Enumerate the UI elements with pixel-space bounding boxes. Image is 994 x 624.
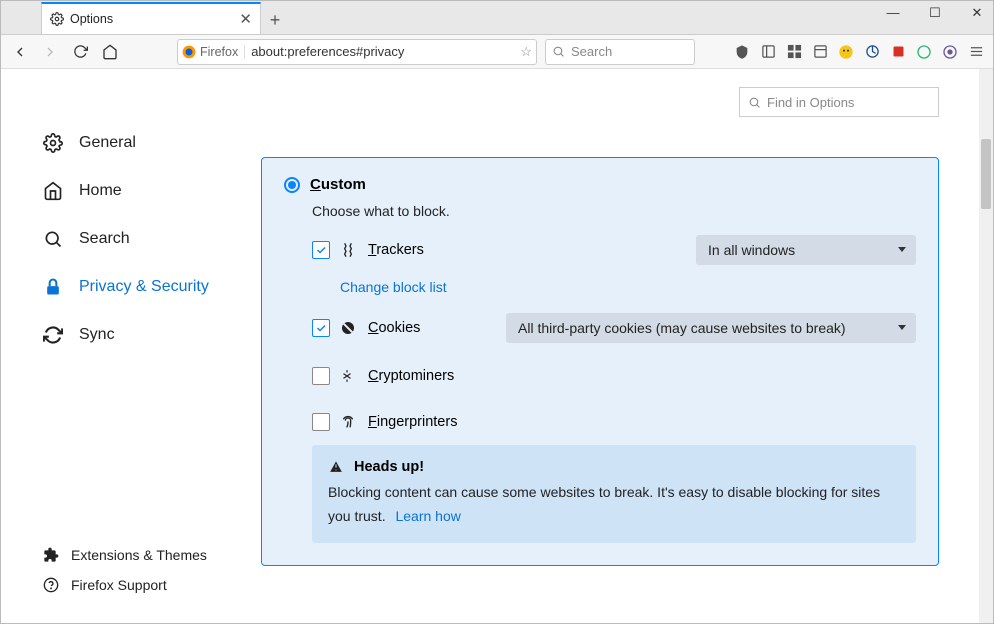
ext-icon-8[interactable] (915, 43, 933, 61)
cryptominers-row: Cryptominers (312, 367, 916, 385)
url-text: about:preferences#privacy (251, 44, 514, 59)
new-tab-button[interactable]: + (261, 6, 289, 34)
support-link[interactable]: Firefox Support (43, 577, 207, 593)
warning-icon (328, 459, 344, 475)
cookies-label: Cookies (368, 320, 420, 336)
trackers-checkbox[interactable] (312, 241, 330, 259)
trackers-label: Trackers (368, 242, 424, 258)
sidebar-item-search[interactable]: Search (43, 215, 261, 263)
change-blocklist-link[interactable]: Change block list (340, 279, 916, 295)
close-tab-icon[interactable]: ✕ (239, 10, 252, 28)
ext-icon-4[interactable] (811, 43, 829, 61)
learn-how-link[interactable]: Learn how (395, 508, 460, 524)
trackers-row: Trackers In all windows (312, 235, 916, 265)
fingerprinters-row: Fingerprinters (312, 413, 916, 431)
fingerprinters-checkbox[interactable] (312, 413, 330, 431)
cryptominers-label: Cryptominers (368, 368, 454, 384)
find-in-options[interactable]: Find in Options (739, 87, 939, 117)
ext-icon-9[interactable] (941, 43, 959, 61)
trackers-select[interactable]: In all windows (696, 235, 916, 265)
tab-title: Options (70, 12, 113, 26)
titlebar: Options ✕ + — ☐ ✕ (1, 1, 993, 35)
fingerprinters-label: Fingerprinters (368, 414, 457, 430)
find-placeholder: Find in Options (767, 95, 854, 110)
sidebar-item-privacy[interactable]: Privacy & Security (43, 263, 261, 311)
ext-icon-6[interactable] (863, 43, 881, 61)
maximize-button[interactable]: ☐ (925, 5, 945, 21)
ext-icon-5[interactable] (837, 43, 855, 61)
fingerprint-icon (340, 414, 358, 430)
home-icon (43, 181, 65, 201)
gear-icon (50, 12, 64, 26)
forward-button[interactable] (39, 41, 61, 63)
trackers-icon (340, 242, 358, 258)
heads-up-box: Heads up! Blocking content can cause som… (312, 445, 916, 543)
help-icon (43, 577, 59, 593)
puzzle-icon (43, 547, 59, 563)
sidebar-item-home[interactable]: Home (43, 167, 261, 215)
custom-radio-row[interactable]: Custom (284, 176, 916, 193)
minimize-button[interactable]: — (883, 5, 903, 21)
identity-label: Firefox (200, 45, 238, 59)
cookies-icon (340, 320, 358, 336)
category-sidebar: General Home Search Privacy & Security S… (1, 69, 261, 623)
heads-up-body: Blocking content can cause some websites… (328, 481, 900, 529)
cryptominers-checkbox[interactable] (312, 367, 330, 385)
cookies-select[interactable]: All third-party cookies (may cause websi… (506, 313, 916, 343)
gear-icon (43, 133, 65, 153)
lock-icon (43, 277, 65, 297)
sync-icon (43, 325, 65, 345)
sidebar-label: General (79, 134, 136, 152)
cryptominers-icon (340, 368, 358, 384)
navbar: Firefox about:preferences#privacy ☆ Sear… (1, 35, 993, 69)
sidebar-label: Home (79, 182, 122, 200)
heads-up-title: Heads up! (354, 459, 424, 475)
identity-box[interactable]: Firefox (182, 45, 245, 59)
sidebar-label: Sync (79, 326, 115, 344)
preferences-content: General Home Search Privacy & Security S… (1, 69, 979, 623)
chevron-down-icon (898, 247, 906, 252)
menu-button[interactable] (967, 43, 985, 61)
cookies-checkbox[interactable] (312, 319, 330, 337)
search-placeholder: Search (571, 44, 612, 59)
cookies-row: Cookies All third-party cookies (may cau… (312, 313, 916, 343)
ext-icon-1[interactable] (733, 43, 751, 61)
sidebar-label: Privacy & Security (79, 278, 209, 296)
extensions-link[interactable]: Extensions & Themes (43, 547, 207, 563)
radio-selected-icon[interactable] (284, 177, 300, 193)
browser-tab[interactable]: Options ✕ (41, 2, 261, 34)
panel-subtitle: Choose what to block. (312, 203, 916, 219)
search-bar[interactable]: Search (545, 39, 695, 65)
sidebar-item-sync[interactable]: Sync (43, 311, 261, 359)
search-icon (43, 229, 65, 249)
sidebar-bottom-links: Extensions & Themes Firefox Support (43, 547, 207, 593)
ext-icon-2[interactable] (759, 43, 777, 61)
toolbar-extensions (733, 43, 985, 61)
ext-icon-3[interactable] (785, 43, 803, 61)
close-window-button[interactable]: ✕ (967, 5, 987, 21)
scrollbar-thumb[interactable] (981, 139, 991, 209)
sidebar-item-general[interactable]: General (43, 119, 261, 167)
sidebar-label: Search (79, 230, 130, 248)
back-button[interactable] (9, 41, 31, 63)
main-pane: Find in Options Custom Choose what to bl… (261, 69, 979, 623)
window-controls: — ☐ ✕ (883, 5, 987, 21)
url-bar[interactable]: Firefox about:preferences#privacy ☆ (177, 39, 537, 65)
vertical-scrollbar[interactable] (979, 69, 993, 623)
reload-button[interactable] (69, 41, 91, 63)
custom-blocking-panel: Custom Choose what to block. Trackers In… (261, 157, 939, 566)
bookmark-star-icon[interactable]: ☆ (520, 44, 532, 60)
panel-title: Custom (310, 176, 366, 193)
home-button[interactable] (99, 41, 121, 63)
ext-icon-7[interactable] (889, 43, 907, 61)
chevron-down-icon (898, 325, 906, 330)
